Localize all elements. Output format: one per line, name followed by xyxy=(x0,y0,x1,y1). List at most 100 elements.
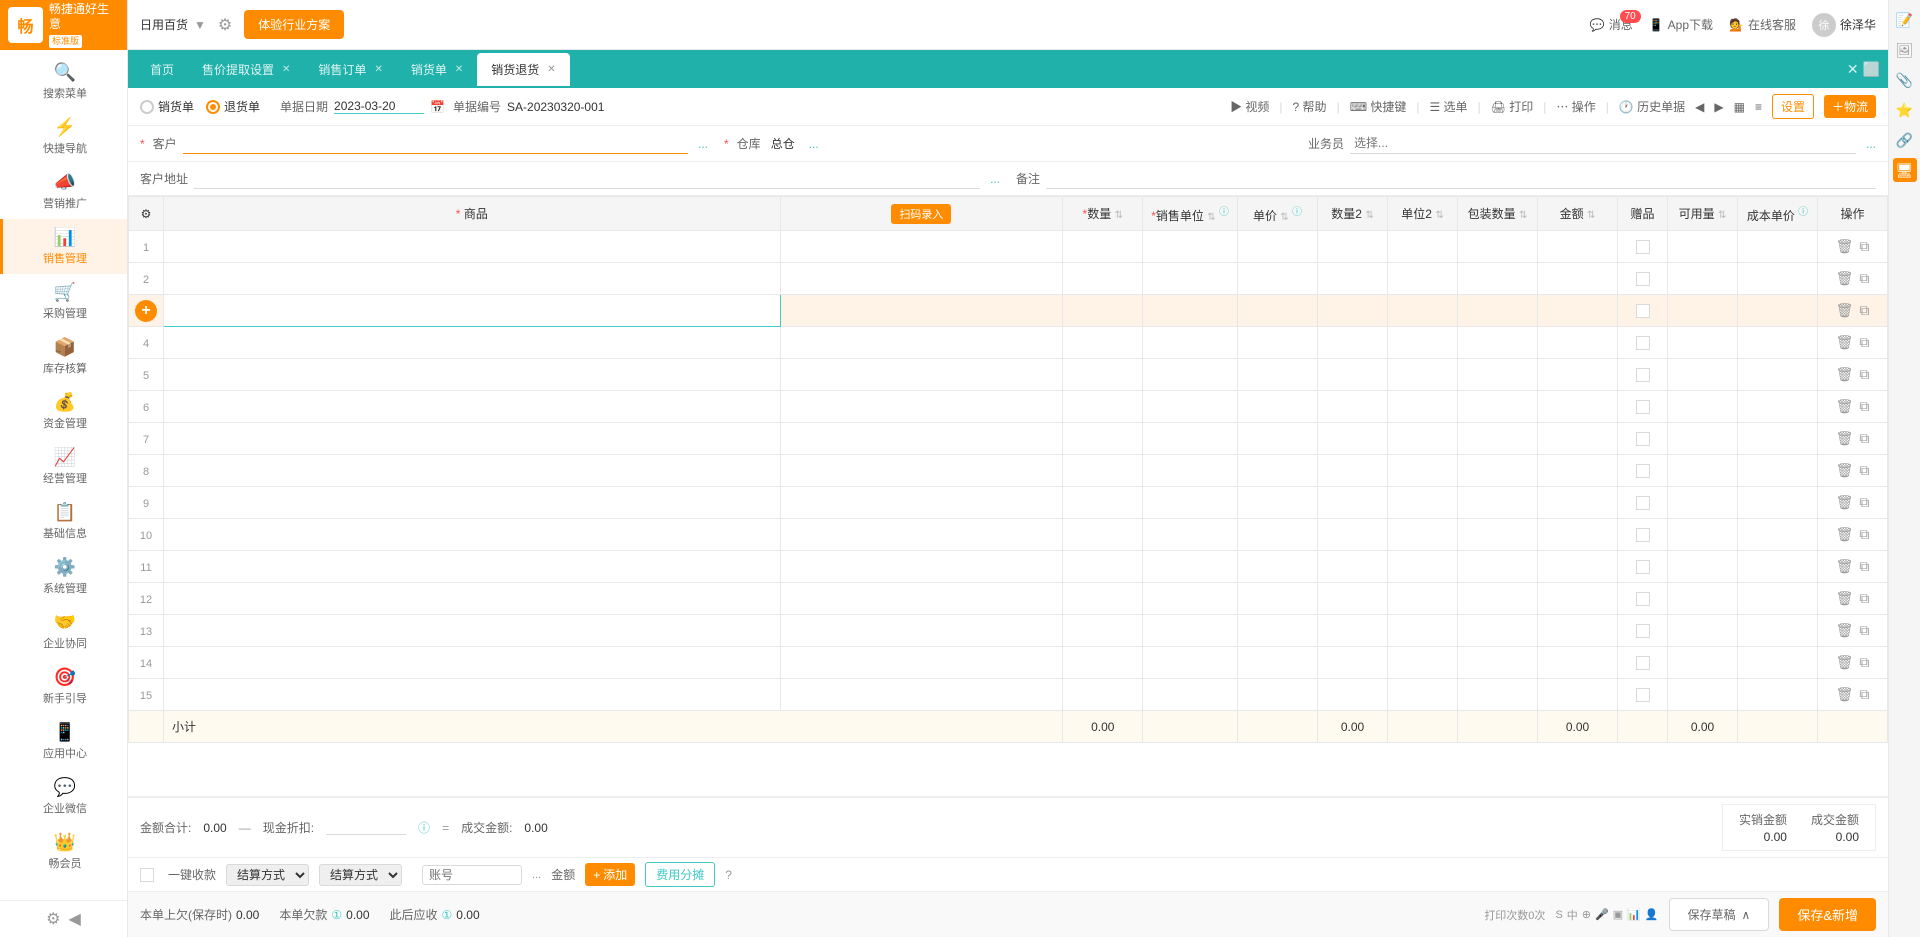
delete-icon[interactable]: 🗑 xyxy=(1836,366,1854,383)
history-button[interactable]: 🕐 历史单据 xyxy=(1619,98,1685,115)
row-amount-cell[interactable] xyxy=(1538,583,1618,615)
row-gift-cell[interactable] xyxy=(1618,455,1668,487)
row-unit-cell[interactable] xyxy=(1143,583,1238,615)
sidebar-item-apps[interactable]: 📱 应用中心 xyxy=(0,714,127,769)
row-qty-cell[interactable] xyxy=(1063,647,1143,679)
row-unit-cell[interactable] xyxy=(1143,295,1238,327)
row-qty2-cell[interactable] xyxy=(1318,487,1388,519)
salesperson-select-icon[interactable]: ... xyxy=(1866,137,1876,151)
row-gift-cell[interactable] xyxy=(1618,583,1668,615)
copy-icon[interactable]: ⧉ xyxy=(1859,238,1869,255)
address-select-icon[interactable]: ... xyxy=(990,172,1000,186)
right-panel-link[interactable]: 🔗 xyxy=(1893,128,1917,152)
copy-icon[interactable]: ⧉ xyxy=(1859,654,1869,671)
row-available-cell[interactable] xyxy=(1668,295,1738,327)
topbar-section[interactable]: 日用百货 ▼ xyxy=(140,16,206,33)
row-gift-cell[interactable] xyxy=(1618,359,1668,391)
row-unit-cell[interactable] xyxy=(1143,455,1238,487)
row-amount-cell[interactable] xyxy=(1538,263,1618,295)
row-price-cell[interactable] xyxy=(1238,327,1318,359)
row-qty-cell[interactable] xyxy=(1063,487,1143,519)
row-product-cell[interactable] xyxy=(164,263,781,295)
gift-checkbox[interactable] xyxy=(1636,560,1650,574)
row-product-cell[interactable] xyxy=(164,519,781,551)
row-unit-cell[interactable] xyxy=(1143,359,1238,391)
fee-help-icon[interactable]: ? xyxy=(725,868,732,882)
row-product-cell[interactable] xyxy=(164,359,781,391)
row-pack-cell[interactable] xyxy=(1458,551,1538,583)
row-unit-cell[interactable] xyxy=(1143,487,1238,519)
copy-icon[interactable]: ⧉ xyxy=(1859,270,1869,287)
add-row-button[interactable]: + xyxy=(135,300,157,322)
delete-icon[interactable]: 🗑 xyxy=(1836,494,1854,511)
row-unit2-cell[interactable] xyxy=(1388,647,1458,679)
sidebar-item-marketing[interactable]: 📣 营销推广 xyxy=(0,164,127,219)
copy-icon[interactable]: ⧉ xyxy=(1859,526,1869,543)
select-button[interactable]: ☰ 选单 xyxy=(1429,98,1467,115)
gift-checkbox[interactable] xyxy=(1636,368,1650,382)
save-new-button[interactable]: 保存&新增 xyxy=(1779,898,1876,931)
row-cost-cell[interactable] xyxy=(1738,359,1818,391)
row-cost-cell[interactable] xyxy=(1738,295,1818,327)
sidebar-item-finance[interactable]: 💰 资金管理 xyxy=(0,384,127,439)
gift-checkbox[interactable] xyxy=(1636,304,1650,318)
row-product-cell[interactable] xyxy=(164,615,781,647)
row-pack-cell[interactable] xyxy=(1458,231,1538,263)
row-available-cell[interactable] xyxy=(1668,583,1738,615)
grid-view-btn[interactable]: ▦ xyxy=(1734,100,1745,114)
delete-icon[interactable]: 🗑 xyxy=(1836,302,1854,319)
delete-icon[interactable]: 🗑 xyxy=(1836,558,1854,575)
copy-icon[interactable]: ⧉ xyxy=(1859,590,1869,607)
delete-icon[interactable]: 🗑 xyxy=(1836,590,1854,607)
row-qty2-cell[interactable] xyxy=(1318,327,1388,359)
gift-checkbox[interactable] xyxy=(1636,592,1650,606)
row-qty2-cell[interactable] xyxy=(1318,519,1388,551)
th-scan[interactable]: 扫码录入 xyxy=(780,197,1063,231)
row-available-cell[interactable] xyxy=(1668,615,1738,647)
row-price-cell[interactable] xyxy=(1238,615,1318,647)
sidebar-item-sales[interactable]: 📊 销售管理 xyxy=(0,219,127,274)
right-panel-attachment[interactable]: 📎 xyxy=(1893,68,1917,92)
print-button[interactable]: 🖨 打印 xyxy=(1491,98,1534,115)
row-qty2-cell[interactable] xyxy=(1318,647,1388,679)
row-price-cell[interactable] xyxy=(1238,519,1318,551)
row-amount-cell[interactable] xyxy=(1538,615,1618,647)
discount-input[interactable] xyxy=(326,820,406,835)
sidebar-item-shortcut[interactable]: ⚡ 快捷导航 xyxy=(0,109,127,164)
row-available-cell[interactable] xyxy=(1668,455,1738,487)
row-pack-cell[interactable] xyxy=(1458,519,1538,551)
tab-close-icon[interactable]: ✕ xyxy=(547,64,555,75)
topbar-gear-icon[interactable]: ⚙ xyxy=(218,15,232,35)
row-pack-cell[interactable] xyxy=(1458,679,1538,711)
gift-checkbox[interactable] xyxy=(1636,464,1650,478)
tab-close-icon[interactable]: ✕ xyxy=(455,64,463,75)
row-unit2-cell[interactable] xyxy=(1388,487,1458,519)
sidebar-item-operations[interactable]: 📈 经营管理 xyxy=(0,439,127,494)
row-gift-cell[interactable] xyxy=(1618,647,1668,679)
help-button[interactable]: ? 帮助 xyxy=(1293,98,1327,115)
date-input[interactable] xyxy=(334,99,424,114)
radio-sales-return[interactable]: 退货单 xyxy=(206,98,260,115)
gift-checkbox[interactable] xyxy=(1636,496,1650,510)
online-service-button[interactable]: 💁 在线客服 xyxy=(1729,16,1796,33)
row-unit2-cell[interactable] xyxy=(1388,231,1458,263)
row-unit-cell[interactable] xyxy=(1143,551,1238,583)
row-unit-cell[interactable] xyxy=(1143,231,1238,263)
row-amount-cell[interactable] xyxy=(1538,295,1618,327)
receivable-info-icon[interactable]: ① xyxy=(442,908,453,922)
gift-checkbox[interactable] xyxy=(1636,400,1650,414)
row-pack-cell[interactable] xyxy=(1458,615,1538,647)
right-panel-screen[interactable]: 🖥 xyxy=(1893,158,1917,182)
copy-icon[interactable]: ⧉ xyxy=(1859,366,1869,383)
row-product-cell[interactable] xyxy=(164,231,781,263)
row-pack-cell[interactable] xyxy=(1458,423,1538,455)
sidebar-item-inventory[interactable]: 📦 库存核算 xyxy=(0,329,127,384)
gift-checkbox[interactable] xyxy=(1636,336,1650,350)
row-unit-cell[interactable] xyxy=(1143,679,1238,711)
sidebar-collapse-btn[interactable]: ◀ xyxy=(69,909,81,929)
row-cost-cell[interactable] xyxy=(1738,327,1818,359)
row-product-cell[interactable] xyxy=(164,679,781,711)
row-product-cell[interactable] xyxy=(164,551,781,583)
copy-icon[interactable]: ⧉ xyxy=(1859,430,1869,447)
row-qty2-cell[interactable] xyxy=(1318,583,1388,615)
